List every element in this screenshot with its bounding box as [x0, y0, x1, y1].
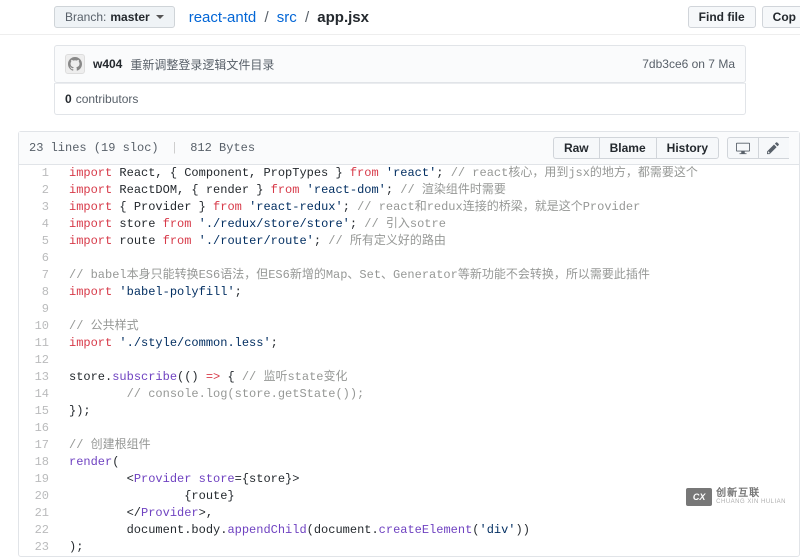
line-number[interactable]: 21 — [19, 505, 59, 522]
code-line[interactable]: // 公共样式 — [59, 318, 799, 335]
code-line[interactable]: </Provider>, — [59, 505, 799, 522]
code-line[interactable] — [59, 250, 799, 267]
code-line[interactable]: document.body.appendChild(document.creat… — [59, 522, 799, 539]
watermark: CX 创新互联 CHUANG XIN HULIAN — [686, 488, 786, 506]
line-number[interactable]: 3 — [19, 199, 59, 216]
code-line[interactable]: import route from './router/route'; // 所… — [59, 233, 799, 250]
code-view: 1import React, { Component, PropTypes } … — [19, 165, 799, 556]
line-number[interactable]: 22 — [19, 522, 59, 539]
breadcrumb: react-antd / src / app.jsx — [189, 9, 369, 26]
watermark-text1: 创新互联 — [716, 489, 786, 499]
line-number[interactable]: 17 — [19, 437, 59, 454]
branch-label: Branch: — [65, 10, 106, 24]
code-line[interactable]: // console.log(store.getState()); — [59, 386, 799, 403]
file-actions-group: Raw Blame History — [553, 137, 719, 159]
line-number[interactable]: 12 — [19, 352, 59, 369]
edit-button[interactable] — [759, 137, 789, 159]
watermark-logo: CX — [686, 488, 712, 506]
line-number[interactable]: 1 — [19, 165, 59, 182]
raw-button[interactable]: Raw — [553, 137, 599, 159]
line-number[interactable]: 16 — [19, 420, 59, 437]
branch-select-button[interactable]: Branch: master — [54, 6, 175, 28]
desktop-open-button[interactable] — [727, 137, 759, 159]
line-number[interactable]: 8 — [19, 284, 59, 301]
copy-path-button[interactable]: Cop — [762, 6, 800, 28]
commit-author[interactable]: w404 — [93, 57, 122, 71]
code-line[interactable]: import 'babel-polyfill'; — [59, 284, 799, 301]
line-number[interactable]: 20 — [19, 488, 59, 505]
line-number[interactable]: 23 — [19, 539, 59, 556]
chevron-down-icon — [156, 15, 164, 19]
file-lines: 23 lines (19 sloc) — [29, 141, 159, 155]
contributors-bar: 0 contributors — [54, 83, 746, 115]
code-line[interactable]: import './style/common.less'; — [59, 335, 799, 352]
line-number[interactable]: 9 — [19, 301, 59, 318]
code-line[interactable]: render( — [59, 454, 799, 471]
file-header-bar: Branch: master react-antd / src / app.js… — [0, 0, 800, 35]
file-info: 23 lines (19 sloc) | 812 Bytes — [29, 141, 255, 155]
code-line[interactable] — [59, 420, 799, 437]
pencil-icon — [767, 141, 781, 155]
avatar[interactable] — [65, 54, 85, 74]
line-number[interactable]: 15 — [19, 403, 59, 420]
device-desktop-icon — [736, 141, 750, 155]
code-line[interactable]: ); — [59, 539, 799, 556]
file-box: 23 lines (19 sloc) | 812 Bytes Raw Blame… — [18, 131, 800, 557]
code-line[interactable]: import store from './redux/store/store';… — [59, 216, 799, 233]
line-number[interactable]: 11 — [19, 335, 59, 352]
commit-sha-time[interactable]: 7db3ce6 on 7 Ma — [642, 57, 735, 71]
code-line[interactable]: // babel本身只能转换ES6语法，但ES6新增的Map、Set、Gener… — [59, 267, 799, 284]
code-line[interactable]: import ReactDOM, { render } from 'react-… — [59, 182, 799, 199]
breadcrumb-separator: / — [301, 9, 313, 26]
watermark-text2: CHUANG XIN HULIAN — [716, 499, 786, 505]
code-line[interactable]: import React, { Component, PropTypes } f… — [59, 165, 799, 182]
line-number[interactable]: 4 — [19, 216, 59, 233]
line-number[interactable]: 19 — [19, 471, 59, 488]
breadcrumb-repo[interactable]: react-antd — [189, 9, 257, 26]
breadcrumb-path[interactable]: src — [277, 9, 297, 26]
code-line[interactable]: import { Provider } from 'react-redux'; … — [59, 199, 799, 216]
code-line[interactable]: }); — [59, 403, 799, 420]
code-line[interactable]: <Provider store={store}> — [59, 471, 799, 488]
code-line[interactable] — [59, 301, 799, 318]
line-number[interactable]: 10 — [19, 318, 59, 335]
contributors-count: 0 — [65, 92, 72, 106]
find-file-button[interactable]: Find file — [688, 6, 756, 28]
breadcrumb-file: app.jsx — [317, 9, 369, 26]
blame-button[interactable]: Blame — [599, 137, 656, 159]
contributors-label: contributors — [76, 92, 139, 106]
code-line[interactable] — [59, 352, 799, 369]
code-line[interactable]: store.subscribe(() => { // 监听state变化 — [59, 369, 799, 386]
line-number[interactable]: 18 — [19, 454, 59, 471]
commit-message[interactable]: 重新调整登录逻辑文件目录 — [130, 56, 274, 73]
line-number[interactable]: 2 — [19, 182, 59, 199]
branch-name: master — [110, 10, 149, 24]
line-number[interactable]: 5 — [19, 233, 59, 250]
line-number[interactable]: 13 — [19, 369, 59, 386]
code-line[interactable]: // 创建根组件 — [59, 437, 799, 454]
file-toolbar: 23 lines (19 sloc) | 812 Bytes Raw Blame… — [19, 132, 799, 165]
breadcrumb-separator: / — [260, 9, 272, 26]
file-size: 812 Bytes — [190, 141, 255, 155]
commit-bar: w404 重新调整登录逻辑文件目录 7db3ce6 on 7 Ma — [54, 45, 746, 83]
history-button[interactable]: History — [656, 137, 719, 159]
octicon-mark-icon — [68, 57, 82, 71]
line-number[interactable]: 14 — [19, 386, 59, 403]
line-number[interactable]: 7 — [19, 267, 59, 284]
line-number[interactable]: 6 — [19, 250, 59, 267]
